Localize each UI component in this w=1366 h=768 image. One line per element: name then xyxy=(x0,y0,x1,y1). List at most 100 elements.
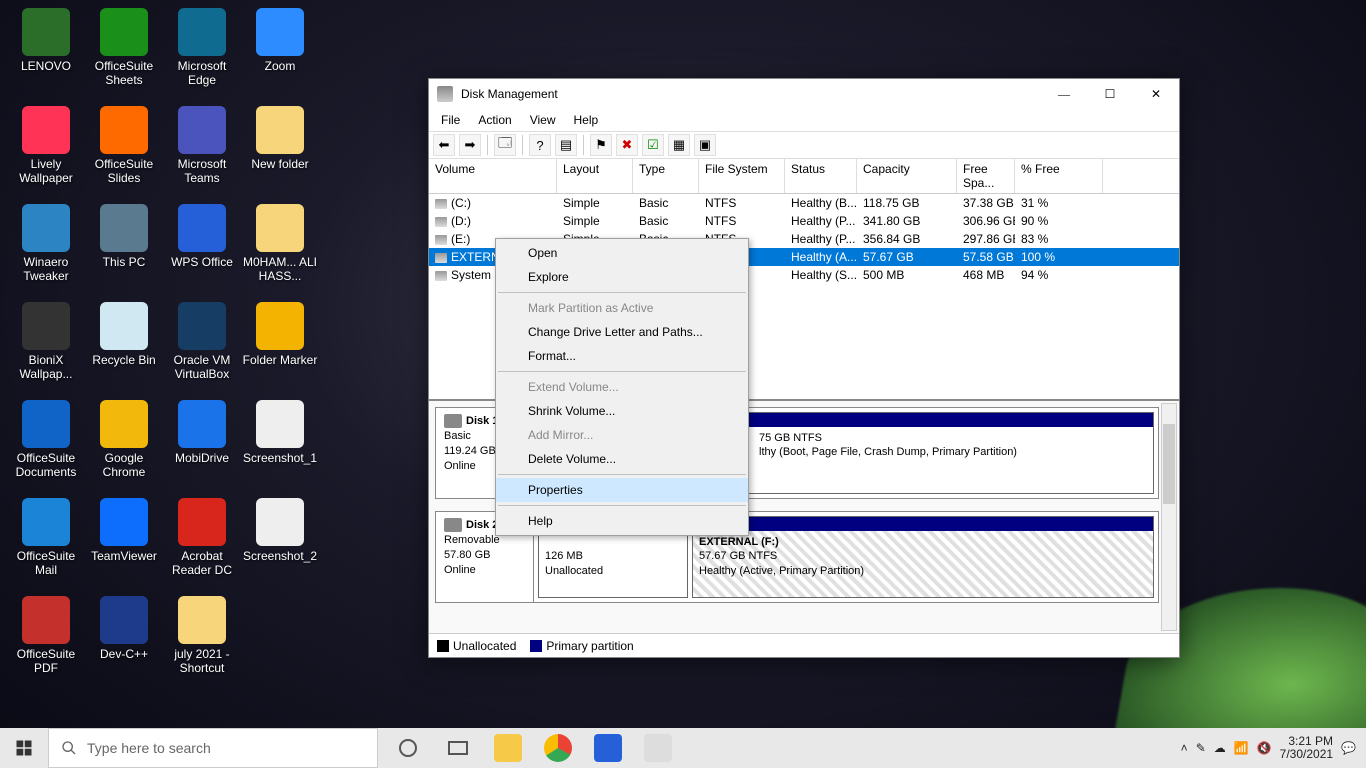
desktop-icon[interactable]: This PC xyxy=(86,204,162,270)
volume-row[interactable]: (C:)SimpleBasicNTFSHealthy (B...118.75 G… xyxy=(429,194,1179,212)
desktop-icon[interactable]: Lively Wallpaper xyxy=(8,106,84,186)
refresh-icon[interactable]: 🗔 xyxy=(494,134,516,156)
desktop-icon[interactable]: Dev-C++ xyxy=(86,596,162,662)
chrome-icon[interactable] xyxy=(534,728,582,768)
ctx-shrink[interactable]: Shrink Volume... xyxy=(496,399,748,423)
disk2-p2-size: 57.67 GB NTFS xyxy=(699,550,777,562)
search-input[interactable]: Type here to search xyxy=(48,728,378,768)
desktop-icon[interactable]: Microsoft Teams xyxy=(164,106,240,186)
action1-icon[interactable]: ▦ xyxy=(668,134,690,156)
app-icon xyxy=(22,106,70,154)
app-icon xyxy=(100,106,148,154)
icon-label: This PC xyxy=(86,256,162,270)
settings-icon[interactable]: ⚑ xyxy=(590,134,612,156)
ctx-properties[interactable]: Properties xyxy=(496,478,748,502)
desktop-icon[interactable]: OfficeSuite Mail xyxy=(8,498,84,578)
desktop-icon[interactable]: OfficeSuite Sheets xyxy=(86,8,162,88)
menu-file[interactable]: File xyxy=(433,111,468,129)
col-capacity[interactable]: Capacity xyxy=(857,159,957,193)
search-placeholder: Type here to search xyxy=(87,740,211,756)
volume-row[interactable]: (D:)SimpleBasicNTFSHealthy (P...341.80 G… xyxy=(429,212,1179,230)
col-type[interactable]: Type xyxy=(633,159,699,193)
back-icon[interactable]: ⬅ xyxy=(433,134,455,156)
tray-chevron-icon[interactable]: ˄ xyxy=(1181,741,1188,755)
col-volume[interactable]: Volume xyxy=(429,159,557,193)
wps-icon[interactable] xyxy=(584,728,632,768)
disk2-type: Removable xyxy=(444,534,500,546)
scrollbar[interactable] xyxy=(1161,403,1177,631)
app-icon xyxy=(100,400,148,448)
desktop-icon[interactable]: Microsoft Edge xyxy=(164,8,240,88)
ctx-change-letter[interactable]: Change Drive Letter and Paths... xyxy=(496,320,748,344)
desktop-icon[interactable]: Screenshot_2 xyxy=(242,498,318,564)
icon-label: Acrobat Reader DC xyxy=(164,550,240,578)
disk2-name: Disk 2 xyxy=(466,519,498,531)
col-layout[interactable]: Layout xyxy=(557,159,633,193)
help-icon[interactable]: ? xyxy=(529,134,551,156)
col-pctfree[interactable]: % Free xyxy=(1015,159,1103,193)
icon-label: Microsoft Teams xyxy=(164,158,240,186)
check-icon[interactable]: ☑ xyxy=(642,134,664,156)
ctx-explore[interactable]: Explore xyxy=(496,265,748,289)
partition-header xyxy=(693,517,1153,531)
icon-label: july 2021 - Shortcut xyxy=(164,648,240,676)
desktop-icon[interactable]: OfficeSuite Documents xyxy=(8,400,84,480)
tray-wifi-icon[interactable]: 📶 xyxy=(1234,741,1249,755)
ctx-delete[interactable]: Delete Volume... xyxy=(496,447,748,471)
tray-notifications-icon[interactable]: 💬 xyxy=(1341,741,1356,755)
desktop-icon[interactable]: Google Chrome xyxy=(86,400,162,480)
desktop-icon[interactable]: Acrobat Reader DC xyxy=(164,498,240,578)
app-icon xyxy=(256,302,304,350)
cortana-icon[interactable] xyxy=(384,728,432,768)
titlebar[interactable]: Disk Management ― ☐ ✕ xyxy=(429,79,1179,109)
desktop-icon[interactable]: New folder xyxy=(242,106,318,172)
disk2-external-partition[interactable]: EXTERNAL (F:) 57.67 GB NTFS Healthy (Act… xyxy=(692,516,1154,598)
desktop-icon[interactable]: M0HAM... ALI HASS... xyxy=(242,204,318,284)
delete-icon[interactable]: ✖ xyxy=(616,134,638,156)
desktop-icon[interactable]: TeamViewer xyxy=(86,498,162,564)
desktop-icon[interactable]: WPS Office xyxy=(164,204,240,270)
desktop-icon[interactable]: Recycle Bin xyxy=(86,302,162,368)
maximize-button[interactable]: ☐ xyxy=(1087,79,1133,109)
desktop-icon[interactable]: BioniX Wallpap... xyxy=(8,302,84,382)
tray-cloud-icon[interactable]: ☁ xyxy=(1214,741,1226,755)
ctx-open[interactable]: Open xyxy=(496,241,748,265)
tray-volume-icon[interactable]: 🔇 xyxy=(1257,741,1272,755)
list-icon[interactable]: ▤ xyxy=(555,134,577,156)
diskmgmt-icon[interactable] xyxy=(634,728,682,768)
tray-clock[interactable]: 3:21 PM 7/30/2021 xyxy=(1280,735,1333,761)
clock-date: 7/30/2021 xyxy=(1280,748,1333,761)
col-filesystem[interactable]: File System xyxy=(699,159,785,193)
desktop-icon[interactable]: Oracle VM VirtualBox xyxy=(164,302,240,382)
desktop-icon[interactable]: Screenshot_1 xyxy=(242,400,318,466)
desktop-icon[interactable]: Zoom xyxy=(242,8,318,74)
menu-action[interactable]: Action xyxy=(470,111,519,129)
desktop-icon[interactable]: LENOVO xyxy=(8,8,84,74)
taskview-icon[interactable] xyxy=(434,728,482,768)
forward-icon[interactable]: ➡ xyxy=(459,134,481,156)
minimize-button[interactable]: ― xyxy=(1041,79,1087,109)
desktop-icon[interactable]: OfficeSuite PDF xyxy=(8,596,84,676)
menu-view[interactable]: View xyxy=(522,111,564,129)
tray-pen-icon[interactable]: ✎ xyxy=(1196,741,1206,755)
app-icon xyxy=(178,596,226,644)
ctx-help[interactable]: Help xyxy=(496,509,748,533)
action2-icon[interactable]: ▣ xyxy=(694,134,716,156)
col-status[interactable]: Status xyxy=(785,159,857,193)
explorer-icon[interactable] xyxy=(484,728,532,768)
desktop-icon[interactable]: july 2021 - Shortcut xyxy=(164,596,240,676)
menu-help[interactable]: Help xyxy=(566,111,607,129)
desktop-icon[interactable]: MobiDrive xyxy=(164,400,240,466)
disk2-p1-size: 126 MB xyxy=(545,550,583,562)
close-button[interactable]: ✕ xyxy=(1133,79,1179,109)
legend-swatch-primary xyxy=(530,640,542,652)
desktop-icon[interactable]: Folder Marker xyxy=(242,302,318,368)
windows-icon xyxy=(15,739,33,757)
desktop-icon[interactable]: Winaero Tweaker xyxy=(8,204,84,284)
disk1-part-status: lthy (Boot, Page File, Crash Dump, Prima… xyxy=(759,446,1017,458)
start-button[interactable] xyxy=(0,728,48,768)
desktop-icon[interactable]: OfficeSuite Slides xyxy=(86,106,162,186)
col-free[interactable]: Free Spa... xyxy=(957,159,1015,193)
ctx-format[interactable]: Format... xyxy=(496,344,748,368)
app-icon xyxy=(256,8,304,56)
